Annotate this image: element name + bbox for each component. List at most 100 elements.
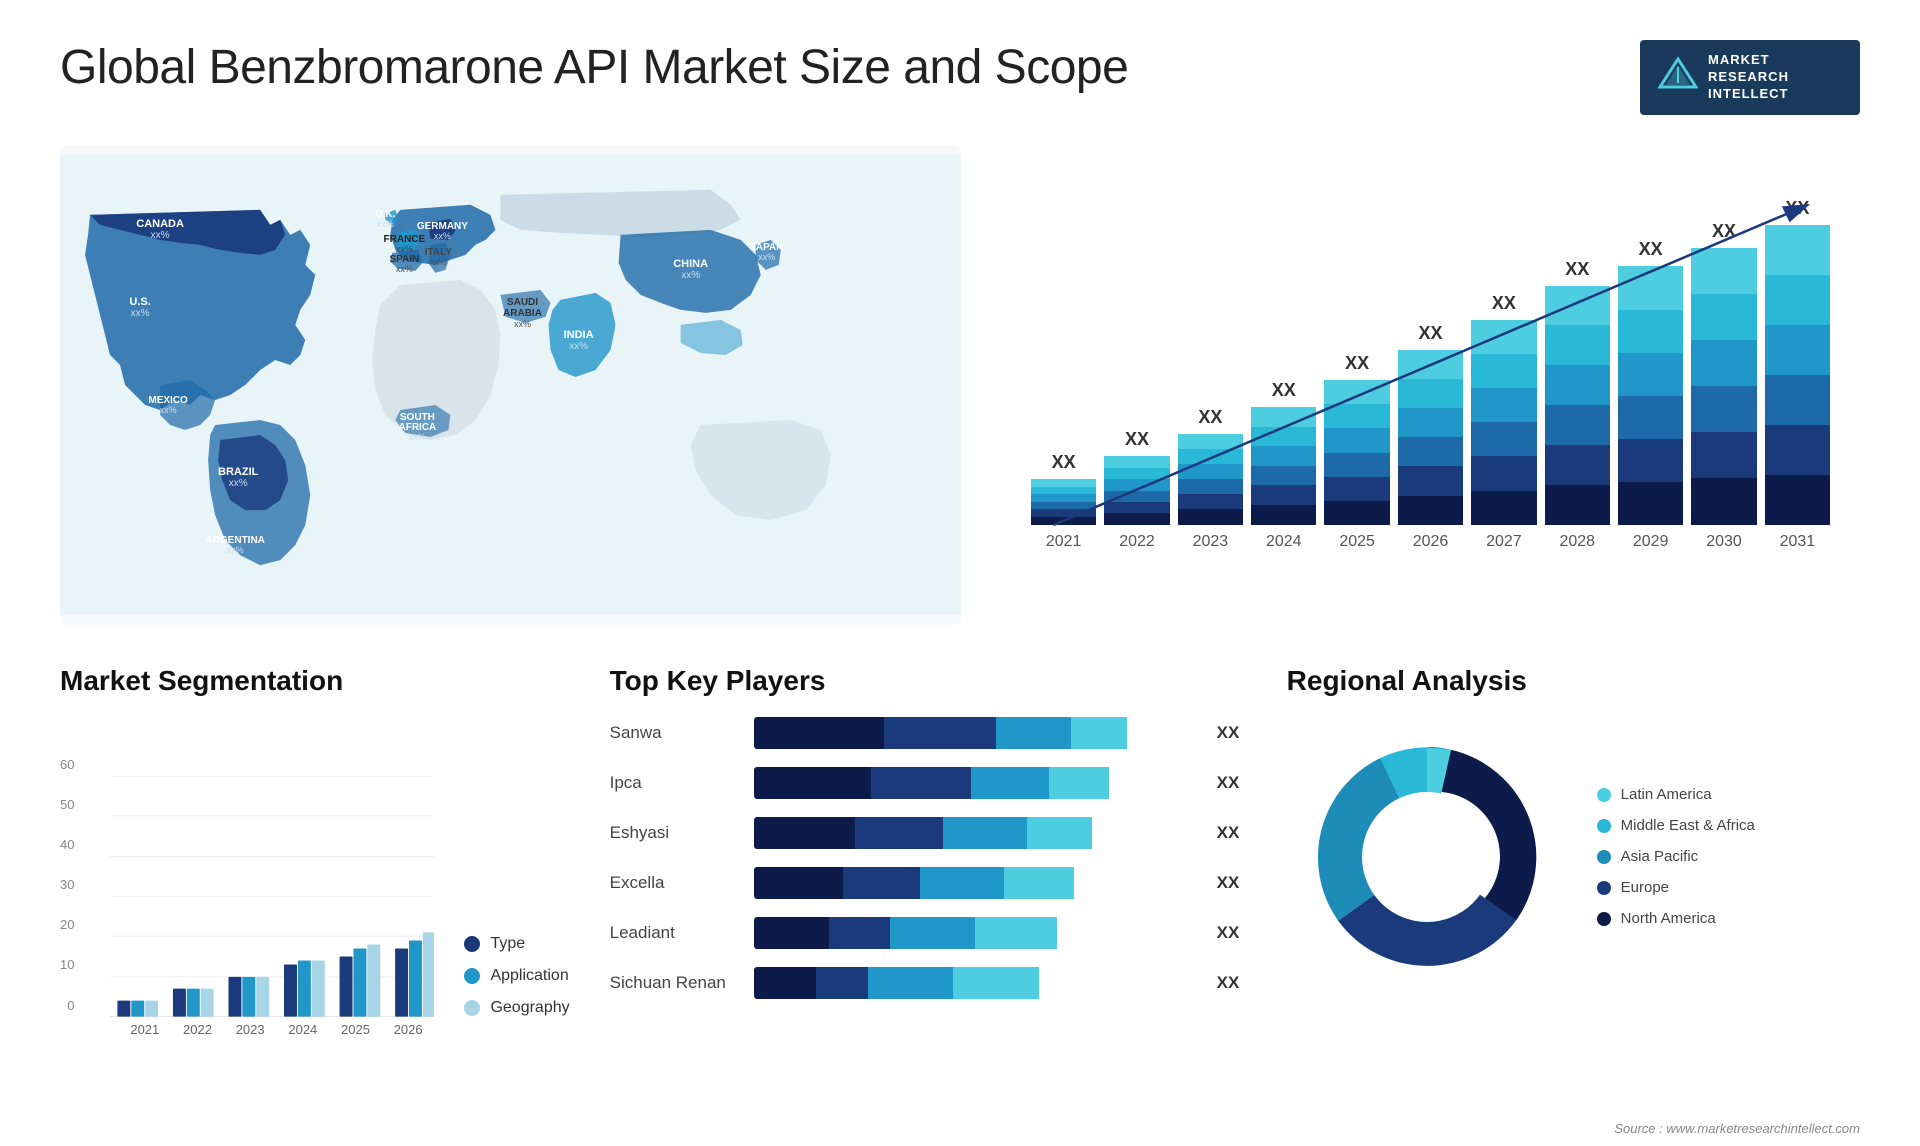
geography-label: Geography [490,999,569,1017]
page: Global Benzbromarone API Market Size and… [0,0,1920,1146]
bar-top-label-2029: XX [1639,239,1663,260]
seg-grid [110,776,434,1022]
donut-chart [1287,717,1567,997]
player-value: XX [1217,923,1247,943]
application-label: Application [490,967,568,985]
legend-application: Application [464,967,569,985]
legend-type: Type [464,935,569,953]
type-label: Type [490,935,525,953]
bar-column-2025: XX [1324,353,1389,524]
player-row-ipca: Ipca XX [610,767,1247,799]
player-bar [754,717,1193,749]
reg-dot [1597,788,1611,802]
player-name: Excella [610,873,740,893]
svg-text:xx%: xx% [569,341,588,352]
bar-column-2022: XX [1104,429,1169,524]
bar-column-2031: XX [1765,198,1830,525]
seg-bars-container: 2021 2022 2023 2024 2025 2026 [110,776,434,1037]
player-row-eshyasi: EshyasiXX [610,817,1247,849]
map-svg: CANADA xx% U.S. xx% MEXICO xx% BRAZIL xx… [60,145,961,625]
bar-column-2030: XX [1691,221,1756,525]
seg-grid-svg [110,776,434,1017]
bar-year-2030: 2030 [1691,533,1756,551]
bar-top-label-2028: XX [1565,259,1589,280]
bar-year-2031: 2031 [1765,533,1830,551]
player-name: Sanwa [610,723,740,743]
bar-top-label-2024: XX [1272,380,1296,401]
svg-text:INDIA: INDIA [564,329,594,341]
regional-section: Regional Analysis [1287,665,1860,1085]
player-name: Eshyasi [610,823,740,843]
player-row-leadiant: Leadiant XX [610,917,1247,949]
bottom-section: Market Segmentation 60 50 40 30 20 10 0 [60,665,1860,1085]
logo-text: MARKETRESEARCHINTELLECT [1708,52,1789,103]
player-value: XX [1217,773,1247,793]
svg-text:xx%: xx% [514,319,531,329]
bar-column-2023: XX [1178,407,1243,525]
world-map: CANADA xx% U.S. xx% MEXICO xx% BRAZIL xx… [60,145,961,625]
bar-year-2022: 2022 [1104,533,1169,551]
reg-dot [1597,912,1611,926]
bar-top-label-2023: XX [1198,407,1222,428]
svg-text:BRAZIL: BRAZIL [218,466,259,478]
bar-top-label-2021: XX [1052,452,1076,473]
bar-year-2021: 2021 [1031,533,1096,551]
svg-text:xx%: xx% [377,219,394,229]
svg-text:xx%: xx% [430,257,447,267]
svg-text:xx%: xx% [229,478,248,489]
svg-text:xx%: xx% [396,264,413,274]
player-bar [754,767,1193,799]
svg-text:CHINA: CHINA [673,258,708,270]
player-bar [754,817,1193,849]
reg-label: Europe [1621,879,1669,896]
bar-year-labels: 2021202220232024202520262027202820292030… [1021,533,1840,551]
player-value: XX [1217,973,1247,993]
player-value: XX [1217,723,1247,743]
player-bar [754,917,1193,949]
bar-column-2029: XX [1618,239,1683,524]
player-name: Leadiant [610,923,740,943]
regional-title: Regional Analysis [1287,665,1860,697]
player-name: Ipca [610,773,740,793]
bar-top-label-2030: XX [1712,221,1736,242]
key-players-section: Top Key Players SanwaXXIpcaXXEshyasiXXEx… [610,665,1247,1085]
svg-text:xx%: xx% [131,308,150,319]
bar-top-label-2031: XX [1785,198,1809,219]
svg-text:U.S.: U.S. [129,296,150,308]
bar-year-2025: 2025 [1324,533,1389,551]
player-row-sanwa: Sanwa XX [610,717,1247,749]
seg-chart-area: 60 50 40 30 20 10 0 [60,717,570,1037]
bar-year-2023: 2023 [1178,533,1243,551]
seg-legend: Type Application Geography [464,935,569,1037]
player-value: XX [1217,873,1247,893]
bar-chart-wrapper: XXXXXXXXXXXXXXXXXXXXXX 20212022202320242… [1021,185,1840,565]
bar-column-2026: XX [1398,323,1463,525]
donut-svg [1287,717,1567,997]
logo: MARKETRESEARCHINTELLECT [1640,40,1860,115]
reg-legend-item: Asia Pacific [1597,848,1755,865]
player-name: Sichuan Renan [610,973,740,993]
svg-text:xx%: xx% [227,545,244,555]
top-section: CANADA xx% U.S. xx% MEXICO xx% BRAZIL xx… [60,145,1860,625]
bar-top-label-2022: XX [1125,429,1149,450]
bar-column-2021: XX [1031,452,1096,525]
bar-year-2028: 2028 [1545,533,1610,551]
reg-label: Middle East & Africa [1621,817,1755,834]
svg-text:xx%: xx% [396,244,413,254]
type-dot [464,936,480,952]
bar-columns: XXXXXXXXXXXXXXXXXXXXXX [1021,185,1840,525]
svg-text:xx%: xx% [160,405,177,415]
reg-legend-item: Latin America [1597,786,1755,803]
svg-text:xx%: xx% [151,230,170,241]
source-text: Source : www.marketresearchintellect.com [1614,1121,1860,1136]
player-bar [754,867,1193,899]
reg-label: Asia Pacific [1621,848,1699,865]
segmentation-section: Market Segmentation 60 50 40 30 20 10 0 [60,665,570,1085]
reg-legend-item: Middle East & Africa [1597,817,1755,834]
players-list: SanwaXXIpcaXXEshyasiXXExcellaXXLeadiantX… [610,717,1247,999]
svg-text:xx%: xx% [434,231,451,241]
bar-year-2029: 2029 [1618,533,1683,551]
player-row-excella: Excella XX [610,867,1247,899]
reg-label: Latin America [1621,786,1712,803]
svg-text:xx%: xx% [758,252,775,262]
